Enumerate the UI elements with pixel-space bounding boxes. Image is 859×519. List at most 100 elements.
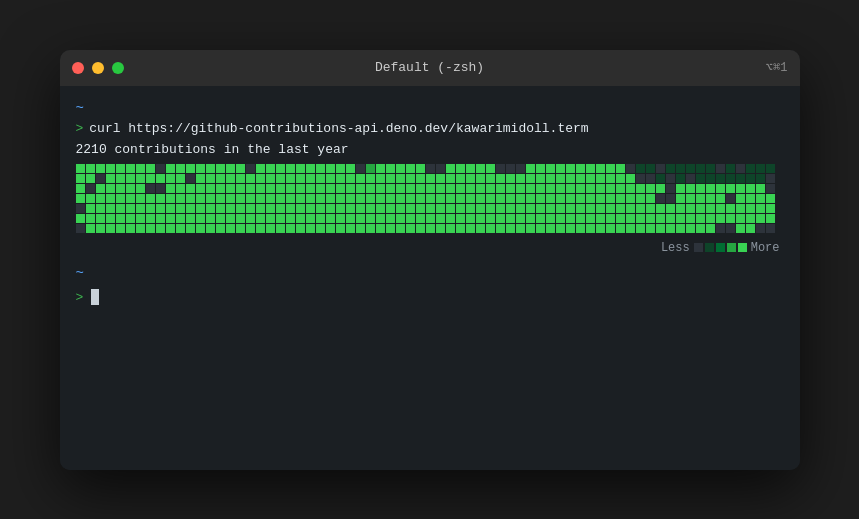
grid-cell	[76, 164, 85, 173]
grid-cell	[456, 174, 465, 183]
grid-cell	[656, 224, 665, 233]
grid-cell	[696, 174, 705, 183]
grid-cell	[606, 204, 615, 213]
grid-cell	[106, 174, 115, 183]
window-shortcut: ⌥⌘1	[766, 60, 788, 75]
grid-cell	[586, 204, 595, 213]
grid-cell	[566, 164, 575, 173]
grid-cell	[666, 214, 675, 223]
minimize-button[interactable]	[92, 62, 104, 74]
grid-cell	[676, 164, 685, 173]
terminal-body[interactable]: ~ > curl https://github-contributions-ap…	[60, 86, 800, 470]
grid-cell	[246, 214, 255, 223]
grid-cell	[446, 184, 455, 193]
grid-cell	[396, 164, 405, 173]
prompt-tilde-2: ~	[76, 263, 84, 284]
grid-cell	[286, 214, 295, 223]
grid-cell	[216, 174, 225, 183]
grid-cell	[556, 164, 565, 173]
grid-cell	[126, 204, 135, 213]
grid-cell	[366, 214, 375, 223]
legend-cells	[694, 243, 747, 252]
grid-cell	[716, 164, 725, 173]
grid-cell	[346, 184, 355, 193]
grid-cell	[356, 194, 365, 203]
grid-cell	[156, 214, 165, 223]
grid-cell	[266, 224, 275, 233]
grid-cell	[686, 214, 695, 223]
grid-cell	[136, 194, 145, 203]
grid-cell	[356, 214, 365, 223]
grid-cell	[596, 164, 605, 173]
grid-cell	[706, 214, 715, 223]
grid-cell	[226, 194, 235, 203]
grid-cell	[746, 204, 755, 213]
grid-cell	[656, 184, 665, 193]
grid-cell	[516, 214, 525, 223]
grid-cell	[766, 204, 775, 213]
grid-cell	[446, 164, 455, 173]
grid-cell	[676, 184, 685, 193]
grid-cell	[206, 224, 215, 233]
grid-cell	[236, 214, 245, 223]
grid-cell	[506, 204, 515, 213]
grid-cell	[646, 194, 655, 203]
grid-cell	[726, 224, 735, 233]
grid-cell	[86, 164, 95, 173]
grid-cell	[416, 194, 425, 203]
grid-cell	[476, 224, 485, 233]
maximize-button[interactable]	[112, 62, 124, 74]
grid-cell	[486, 214, 495, 223]
grid-cell	[246, 194, 255, 203]
grid-cell	[326, 184, 335, 193]
grid-cell	[586, 164, 595, 173]
grid-cell	[436, 184, 445, 193]
grid-cell	[356, 204, 365, 213]
grid-cell	[626, 224, 635, 233]
grid-cell	[246, 224, 255, 233]
grid-cell	[346, 214, 355, 223]
grid-cell	[706, 204, 715, 213]
grid-cell	[136, 164, 145, 173]
grid-cell	[326, 224, 335, 233]
grid-cell	[576, 164, 585, 173]
grid-cell	[286, 164, 295, 173]
grid-cell	[466, 224, 475, 233]
grid-cell	[316, 204, 325, 213]
grid-cell	[636, 214, 645, 223]
grid-cell	[316, 164, 325, 173]
cursor-line: >	[76, 288, 784, 308]
grid-cell	[576, 214, 585, 223]
grid-cell	[196, 214, 205, 223]
grid-cell	[516, 164, 525, 173]
grid-cell	[76, 214, 85, 223]
grid-cell	[536, 194, 545, 203]
grid-row	[76, 184, 784, 193]
close-button[interactable]	[72, 62, 84, 74]
grid-cell	[616, 194, 625, 203]
grid-cell	[296, 224, 305, 233]
grid-cell	[426, 194, 435, 203]
prompt-arrow-2: >	[76, 288, 84, 308]
grid-cell	[276, 204, 285, 213]
grid-cell	[626, 204, 635, 213]
grid-cell	[726, 164, 735, 173]
grid-cell	[716, 184, 725, 193]
grid-cell	[496, 224, 505, 233]
grid-cell	[636, 174, 645, 183]
grid-cell	[736, 164, 745, 173]
grid-cell	[386, 164, 395, 173]
grid-cell	[156, 194, 165, 203]
grid-cell	[716, 214, 725, 223]
terminal-window: Default (-zsh) ⌥⌘1 ~ > curl https://gith…	[60, 50, 800, 470]
grid-cell	[426, 184, 435, 193]
grid-cell	[216, 184, 225, 193]
grid-cell	[336, 194, 345, 203]
grid-cell	[396, 174, 405, 183]
grid-cell	[486, 204, 495, 213]
grid-cell	[566, 224, 575, 233]
grid-cell	[266, 184, 275, 193]
grid-cell	[256, 224, 265, 233]
grid-cell	[106, 184, 115, 193]
grid-cell	[636, 184, 645, 193]
